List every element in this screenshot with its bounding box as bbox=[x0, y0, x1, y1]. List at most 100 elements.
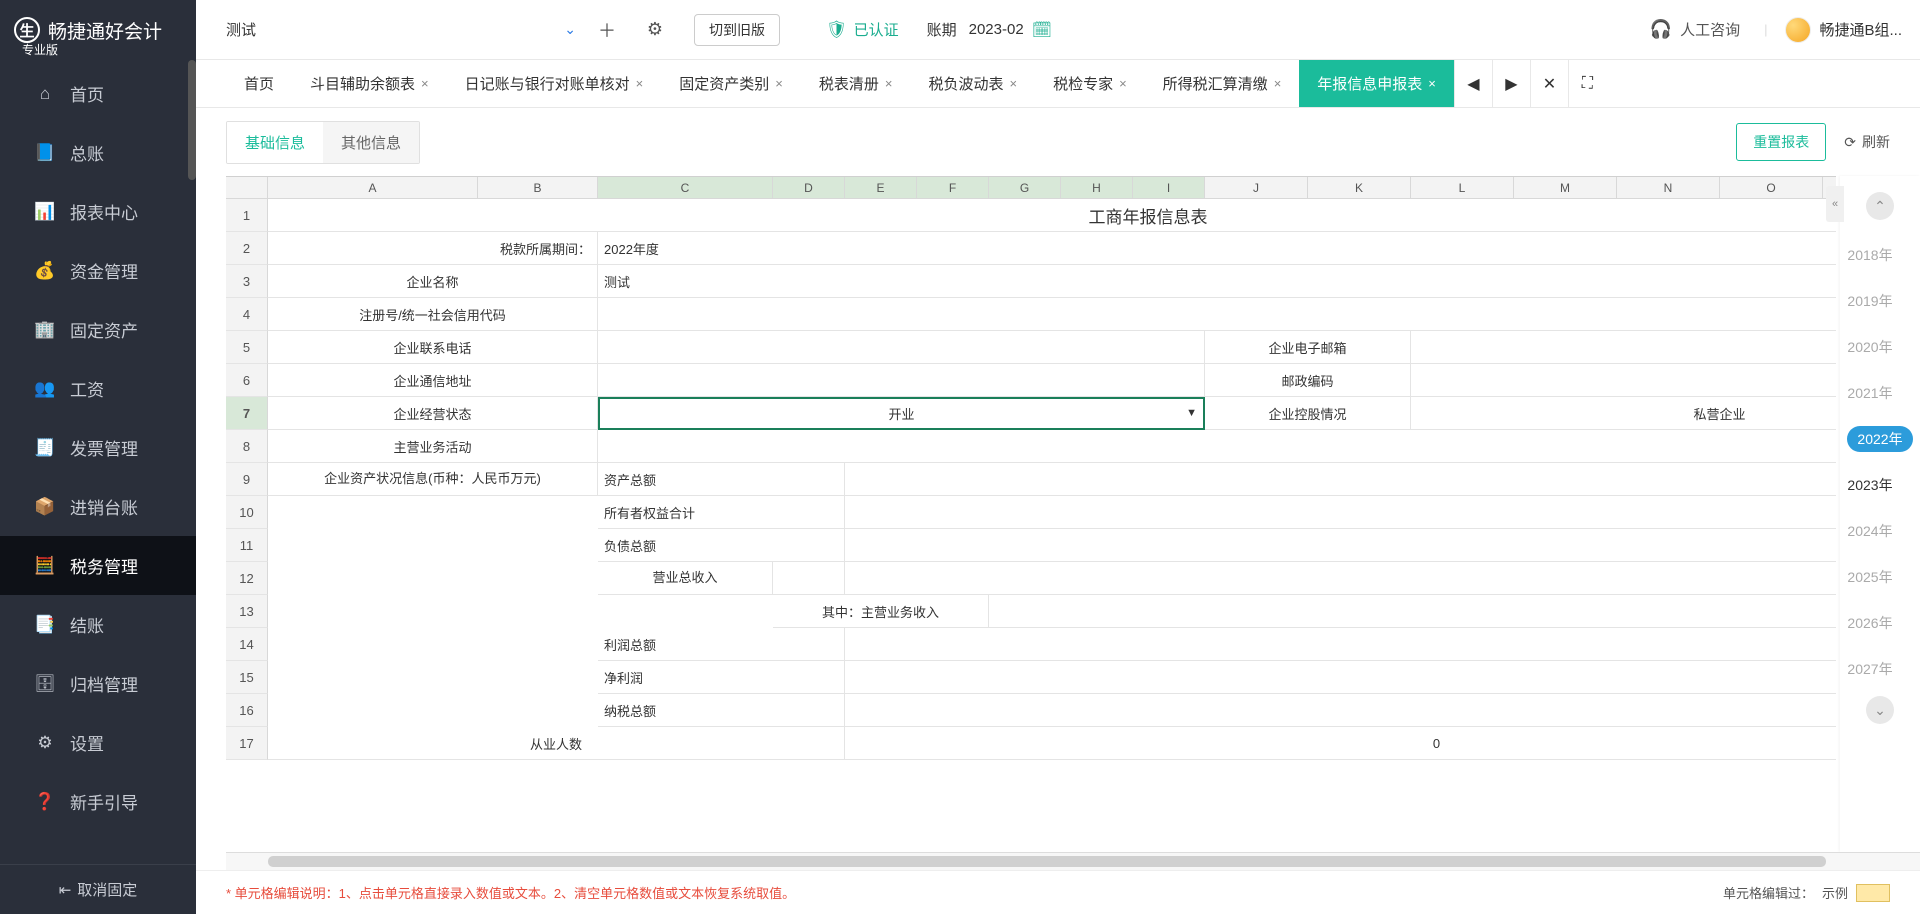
avatar bbox=[1785, 17, 1811, 43]
tab-next[interactable]: ▶ bbox=[1492, 60, 1530, 107]
sidebar-item-10[interactable]: 🗄归档管理 bbox=[0, 654, 196, 713]
brand-edition: 专业版 bbox=[22, 41, 58, 58]
sheet-title[interactable]: 工商年报信息表 bbox=[268, 199, 1836, 232]
subtab-0[interactable]: 基础信息 bbox=[227, 122, 323, 163]
unpin-icon: ⇤ bbox=[59, 881, 72, 899]
subtab-row: 基础信息其他信息 重置报表 ⟳ 刷新 bbox=[196, 108, 1920, 176]
close-icon[interactable]: × bbox=[636, 76, 644, 91]
business-status-dropdown[interactable]: 开业▼ bbox=[598, 397, 1205, 430]
refresh-button[interactable]: ⟳ 刷新 bbox=[1844, 132, 1890, 152]
col-header-J[interactable]: J bbox=[1205, 177, 1308, 199]
user-menu[interactable]: 畅捷通B组... bbox=[1785, 17, 1902, 43]
brand-name: 畅捷通好会计 bbox=[48, 17, 162, 44]
period-value-cell[interactable]: 2022年度 bbox=[598, 232, 1836, 265]
tab-6[interactable]: 税检专家× bbox=[1035, 60, 1145, 107]
sidebar-item-0[interactable]: ⌂首页 bbox=[0, 64, 196, 123]
year-2027年[interactable]: 2027年 bbox=[1847, 646, 1912, 692]
col-header-D[interactable]: D bbox=[773, 177, 845, 199]
holding-value-cell[interactable]: 私营企业 bbox=[1411, 397, 1836, 430]
sidebar-item-4[interactable]: 🏢固定资产 bbox=[0, 300, 196, 359]
col-header-A[interactable]: A bbox=[268, 177, 478, 199]
employee-count-cell[interactable]: 0 bbox=[845, 727, 1836, 760]
year-down-button[interactable]: ⌄ bbox=[1866, 696, 1894, 724]
col-header-G[interactable]: G bbox=[989, 177, 1061, 199]
nav-icon: 🗄 bbox=[34, 673, 56, 695]
tab-prev[interactable]: ◀ bbox=[1454, 60, 1492, 107]
calendar-icon[interactable]: 🗓 bbox=[1032, 20, 1052, 40]
sidebar-scrollbar[interactable] bbox=[188, 60, 196, 180]
col-header-M[interactable]: M bbox=[1514, 177, 1617, 199]
year-2021年[interactable]: 2021年 bbox=[1847, 370, 1912, 416]
edit-note: * 单元格编辑说明：1、点击单元格直接录入数值或文本。2、清空单元格数值或文本恢… bbox=[226, 883, 795, 902]
chevron-down-icon: ⌄ bbox=[564, 21, 576, 38]
col-header-E[interactable]: E bbox=[845, 177, 917, 199]
nav-icon: 🧾 bbox=[34, 437, 56, 459]
verified-badge: 🛡 已认证 bbox=[826, 19, 899, 40]
sidebar-item-11[interactable]: ⚙设置 bbox=[0, 713, 196, 772]
example-swatch bbox=[1856, 884, 1890, 902]
col-header-H[interactable]: H bbox=[1061, 177, 1133, 199]
tab-3[interactable]: 固定资产类别× bbox=[661, 60, 801, 107]
subtab-1[interactable]: 其他信息 bbox=[323, 122, 419, 163]
asset-info-label[interactable]: 企业资产状况信息(币种：人民币万元) bbox=[268, 463, 598, 496]
sidebar-item-3[interactable]: 💰资金管理 bbox=[0, 241, 196, 300]
tab-5[interactable]: 税负波动表× bbox=[910, 60, 1035, 107]
sidebar-item-7[interactable]: 📦进销台账 bbox=[0, 477, 196, 536]
collapse-rail-button[interactable]: « bbox=[1826, 186, 1844, 222]
switch-old-button[interactable]: 切到旧版 bbox=[694, 14, 780, 46]
close-icon[interactable]: × bbox=[421, 76, 429, 91]
close-icon[interactable]: × bbox=[1009, 76, 1017, 91]
col-header-O[interactable]: O bbox=[1720, 177, 1823, 199]
sidebar-item-6[interactable]: 🧾发票管理 bbox=[0, 418, 196, 477]
year-up-button[interactable]: ⌃ bbox=[1866, 192, 1894, 220]
nav-icon: 💰 bbox=[34, 260, 56, 282]
tab-close-all[interactable]: ✕ bbox=[1530, 60, 1568, 107]
year-2025年[interactable]: 2025年 bbox=[1847, 554, 1912, 600]
tab-2[interactable]: 日记账与银行对账单核对× bbox=[447, 60, 662, 107]
close-icon[interactable]: × bbox=[885, 76, 893, 91]
tab-8[interactable]: 年报信息申报表× bbox=[1299, 60, 1454, 107]
period-label-cell[interactable]: 税款所属期间： bbox=[268, 232, 598, 265]
year-2026年[interactable]: 2026年 bbox=[1847, 600, 1912, 646]
sidebar-item-12[interactable]: ❓新手引导 bbox=[0, 772, 196, 831]
unpin-button[interactable]: ⇤ 取消固定 bbox=[0, 864, 196, 914]
col-header-F[interactable]: F bbox=[917, 177, 989, 199]
close-icon[interactable]: × bbox=[1274, 76, 1282, 91]
fullscreen-button[interactable]: ⛶ bbox=[1568, 60, 1606, 107]
year-2020年[interactable]: 2020年 bbox=[1847, 324, 1912, 370]
tab-4[interactable]: 税表清册× bbox=[801, 60, 911, 107]
year-2023年[interactable]: 2023年 bbox=[1847, 462, 1912, 508]
company-selector[interactable]: 测试 ⌄ bbox=[226, 12, 576, 48]
year-2024年[interactable]: 2024年 bbox=[1847, 508, 1912, 554]
year-2022年[interactable]: 2022年 bbox=[1847, 426, 1912, 452]
company-name-cell[interactable]: 测试 bbox=[598, 265, 1836, 298]
horizontal-scrollbar[interactable] bbox=[226, 852, 1920, 870]
nav-icon: 🏢 bbox=[34, 319, 56, 341]
sidebar-item-8[interactable]: 🧮税务管理 bbox=[0, 536, 196, 595]
consult-button[interactable]: 🎧 人工咨询 bbox=[1650, 19, 1740, 40]
col-header-B[interactable]: B bbox=[478, 177, 598, 199]
tab-0[interactable]: 首页 bbox=[226, 60, 292, 107]
tab-1[interactable]: 斗目辅助余额表× bbox=[292, 60, 447, 107]
sidebar-item-5[interactable]: 👥工资 bbox=[0, 359, 196, 418]
sidebar-item-1[interactable]: 📘总账 bbox=[0, 123, 196, 182]
reset-report-button[interactable]: 重置报表 bbox=[1736, 123, 1826, 161]
add-button[interactable]: ＋ bbox=[590, 13, 624, 47]
dropdown-arrow-icon: ▼ bbox=[1186, 407, 1197, 419]
close-icon[interactable]: × bbox=[1428, 76, 1436, 91]
year-2019年[interactable]: 2019年 bbox=[1847, 278, 1912, 324]
close-icon[interactable]: × bbox=[775, 76, 783, 91]
tab-7[interactable]: 所得税汇算清缴× bbox=[1145, 60, 1300, 107]
year-2018年[interactable]: 2018年 bbox=[1847, 232, 1912, 278]
sidebar-item-9[interactable]: 📑结账 bbox=[0, 595, 196, 654]
spreadsheet[interactable]: ABCDEFGHIJKLMNOPQ1工商年报信息表2税款所属期间：2022年度3… bbox=[226, 176, 1836, 852]
col-header-I[interactable]: I bbox=[1133, 177, 1205, 199]
col-header-C[interactable]: C bbox=[598, 177, 773, 199]
sidebar-item-2[interactable]: 📊报表中心 bbox=[0, 182, 196, 241]
col-header-N[interactable]: N bbox=[1617, 177, 1720, 199]
example-label: 示例 bbox=[1822, 883, 1848, 902]
close-icon[interactable]: × bbox=[1119, 76, 1127, 91]
col-header-K[interactable]: K bbox=[1308, 177, 1411, 199]
col-header-L[interactable]: L bbox=[1411, 177, 1514, 199]
settings-icon[interactable]: ⚙ bbox=[638, 13, 672, 47]
